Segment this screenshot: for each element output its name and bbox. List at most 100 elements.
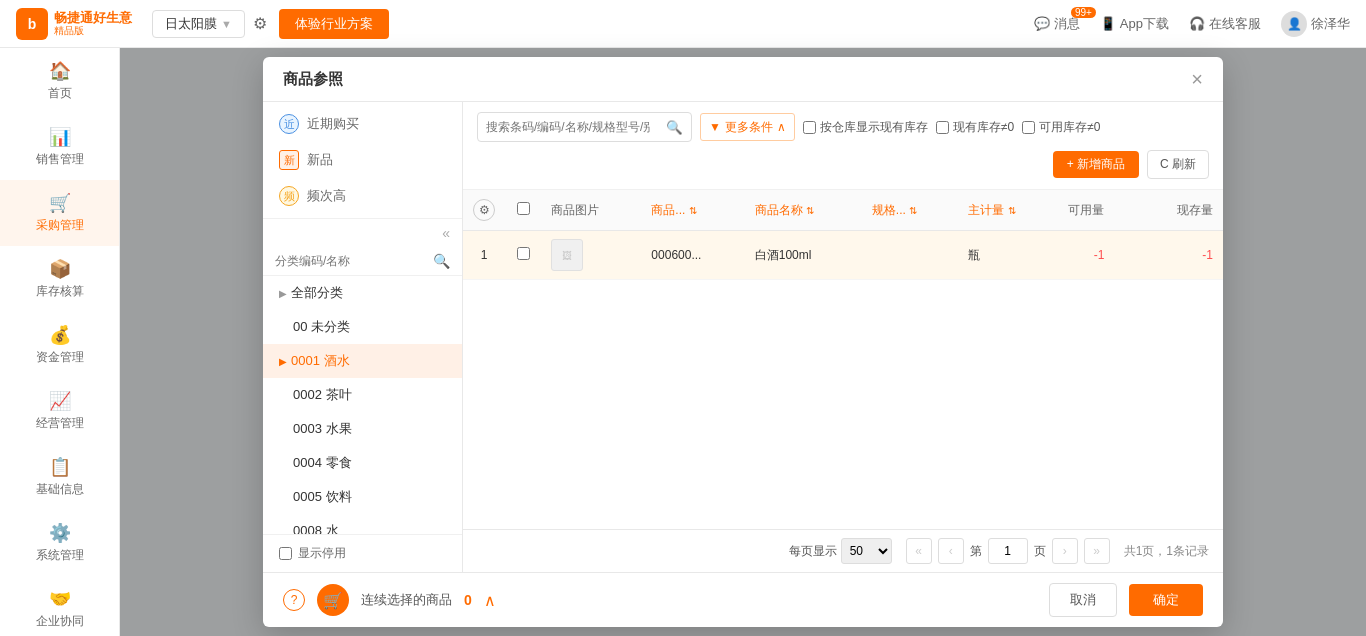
product-search-input[interactable] — [478, 120, 658, 134]
sales-icon: 📊 — [49, 126, 71, 148]
sidebar: 🏠 首页 📊 销售管理 🛒 采购管理 📦 库存核算 💰 资金管理 📈 经营管理 … — [0, 48, 120, 636]
username: 徐泽华 — [1311, 15, 1350, 33]
row-available: -1 — [1058, 231, 1141, 280]
search-box: 🔍 — [477, 112, 692, 142]
modal-footer: ? 🛒 连续选择的商品 0 ∧ 取消 确定 — [263, 572, 1223, 627]
message-icon: 💬 — [1034, 16, 1050, 31]
cancel-button[interactable]: 取消 — [1049, 583, 1117, 617]
modal-overlay: 商品参照 × 近 近期购买 新 — [120, 48, 1366, 636]
operations-icon: 📈 — [49, 390, 71, 412]
system-icon: ⚙️ — [49, 522, 71, 544]
code-header-label: 商品... — [651, 203, 685, 217]
sidebar-item-system[interactable]: ⚙️ 系统管理 — [0, 510, 119, 576]
store-selector[interactable]: 日太阳膜 ▼ — [152, 10, 245, 38]
finance-icon: 💰 — [49, 324, 71, 346]
new-icon: 新 — [279, 150, 299, 170]
filter-usable-checkbox[interactable]: 可用库存≠0 — [1022, 119, 1100, 136]
table-settings-icon[interactable]: ⚙ — [473, 199, 495, 221]
select-all-checkbox[interactable] — [517, 202, 530, 215]
col-image: 商品图片 — [541, 190, 641, 231]
home-icon: 🏠 — [49, 60, 71, 82]
online-service[interactable]: 🎧 在线客服 — [1189, 15, 1261, 33]
modal-header: 商品参照 × — [263, 57, 1223, 102]
col-name[interactable]: 商品名称 ⇅ — [745, 190, 862, 231]
page-first-button[interactable]: « — [906, 538, 932, 564]
help-button[interactable]: ? — [283, 589, 305, 611]
col-spec[interactable]: 规格... ⇅ — [862, 190, 958, 231]
per-page-select[interactable]: 10 20 50 100 — [841, 538, 892, 564]
col-settings: ⚙ — [463, 190, 505, 231]
quick-nav-new[interactable]: 新 新品 — [263, 142, 462, 178]
category-item-uncategorized[interactable]: 00 未分类 — [263, 310, 462, 344]
product-search-button[interactable]: 🔍 — [658, 120, 691, 135]
row-spec — [862, 231, 958, 280]
toolbar: + 新增商品 C 刷新 — [1053, 150, 1209, 179]
sidebar-item-finance[interactable]: 💰 资金管理 — [0, 312, 119, 378]
filter-available-checkbox[interactable]: 现有库存≠0 — [936, 119, 1014, 136]
category-item-snacks[interactable]: 0004 零食 — [263, 446, 462, 480]
sidebar-item-purchase[interactable]: 🛒 采购管理 — [0, 180, 119, 246]
category-item-tea[interactable]: 0002 茶叶 — [263, 378, 462, 412]
row-name: 白酒100ml — [745, 231, 862, 280]
add-product-button[interactable]: + 新增商品 — [1053, 151, 1139, 178]
experience-button[interactable]: 体验行业方案 — [279, 9, 389, 39]
collapse-panel-button[interactable]: « — [263, 219, 462, 247]
headset-icon: 🎧 — [1189, 16, 1205, 31]
image-placeholder-icon: 🖼 — [562, 250, 572, 261]
sidebar-item-sales[interactable]: 📊 销售管理 — [0, 114, 119, 180]
row-checkbox[interactable] — [505, 231, 541, 280]
modal-body: 近 近期购买 新 新品 频 频次高 — [263, 102, 1223, 572]
name-sort-icon: ⇅ — [806, 205, 814, 216]
filter-more-button[interactable]: ▼ 更多条件 ∧ — [700, 113, 795, 141]
quick-nav-frequent[interactable]: 频 频次高 — [263, 178, 462, 214]
page-prev-button[interactable]: ‹ — [938, 538, 964, 564]
category-item-water[interactable]: 0008 水 — [263, 514, 462, 534]
show-disabled-area[interactable]: 显示停用 — [263, 534, 462, 572]
page-next-button[interactable]: › — [1052, 538, 1078, 564]
chevron-down-icon: ▼ — [221, 18, 232, 30]
category-search-icon[interactable]: 🔍 — [433, 253, 450, 269]
page-number-input[interactable] — [988, 538, 1028, 564]
sidebar-item-basic[interactable]: 📋 基础信息 — [0, 444, 119, 510]
logo[interactable]: b 畅捷通好生意 精品版 — [16, 8, 132, 40]
confirm-button[interactable]: 确定 — [1129, 584, 1203, 616]
page-last-button[interactable]: » — [1084, 538, 1110, 564]
notification-area[interactable]: 💬 消息 99+ — [1034, 15, 1080, 33]
category-tree: ▶ 全部分类 00 未分类 ▶ 0001 酒水 0002 茶 — [263, 276, 462, 534]
content-area: 商品参照 × 近 近期购买 新 — [120, 48, 1366, 636]
modal-close-button[interactable]: × — [1191, 69, 1203, 89]
category-item-liquor[interactable]: ▶ 0001 酒水 — [263, 344, 462, 378]
category-search-input[interactable] — [275, 254, 429, 268]
col-code[interactable]: 商品... ⇅ — [641, 190, 744, 231]
cart-icon[interactable]: 🛒 — [317, 584, 349, 616]
sidebar-item-home[interactable]: 🏠 首页 — [0, 48, 119, 114]
category-panel: 近 近期购买 新 新品 频 频次高 — [263, 102, 463, 572]
sidebar-item-inventory[interactable]: 📦 库存核算 — [0, 246, 119, 312]
total-info: 共1页，1条记录 — [1124, 543, 1209, 560]
row-unit: 瓶 — [958, 231, 1057, 280]
col-unit[interactable]: 主计量 ⇅ — [958, 190, 1057, 231]
category-item-beverages[interactable]: 0005 饮料 — [263, 480, 462, 514]
modal-title: 商品参照 — [283, 70, 343, 89]
app-download[interactable]: 📱 App下载 — [1100, 15, 1169, 33]
user-area[interactable]: 👤 徐泽华 — [1281, 11, 1350, 37]
logo-icon: b — [16, 8, 48, 40]
topbar-right: 💬 消息 99+ 📱 App下载 🎧 在线客服 👤 徐泽华 — [1034, 11, 1350, 37]
collapse-cart-button[interactable]: ∧ — [484, 591, 496, 610]
cart-count: 0 — [464, 592, 472, 608]
category-item-fruit[interactable]: 0003 水果 — [263, 412, 462, 446]
sidebar-item-operations[interactable]: 📈 经营管理 — [0, 378, 119, 444]
gear-icon[interactable]: ⚙ — [253, 14, 267, 33]
show-disabled-checkbox[interactable] — [279, 547, 292, 560]
quick-nav-recent[interactable]: 近 近期购买 — [263, 106, 462, 142]
sidebar-item-collab[interactable]: 🤝 企业协同 — [0, 576, 119, 636]
product-table-container: ⚙ 商品图片 商品... ⇅ — [463, 190, 1223, 529]
logo-text: 畅捷通好生意 精品版 — [54, 10, 132, 38]
topbar: b 畅捷通好生意 精品版 日太阳膜 ▼ ⚙ 体验行业方案 💬 消息 99+ 📱 … — [0, 0, 1366, 48]
pagination: 每页显示 10 20 50 100 « ‹ 第 — [463, 529, 1223, 572]
filter-warehouse-checkbox[interactable]: 按仓库显示现有库存 — [803, 119, 928, 136]
category-search-area: 🔍 — [263, 247, 462, 276]
refresh-button[interactable]: C 刷新 — [1147, 150, 1209, 179]
table-row[interactable]: 1 🖼 — [463, 231, 1223, 280]
category-item-all[interactable]: ▶ 全部分类 — [263, 276, 462, 310]
